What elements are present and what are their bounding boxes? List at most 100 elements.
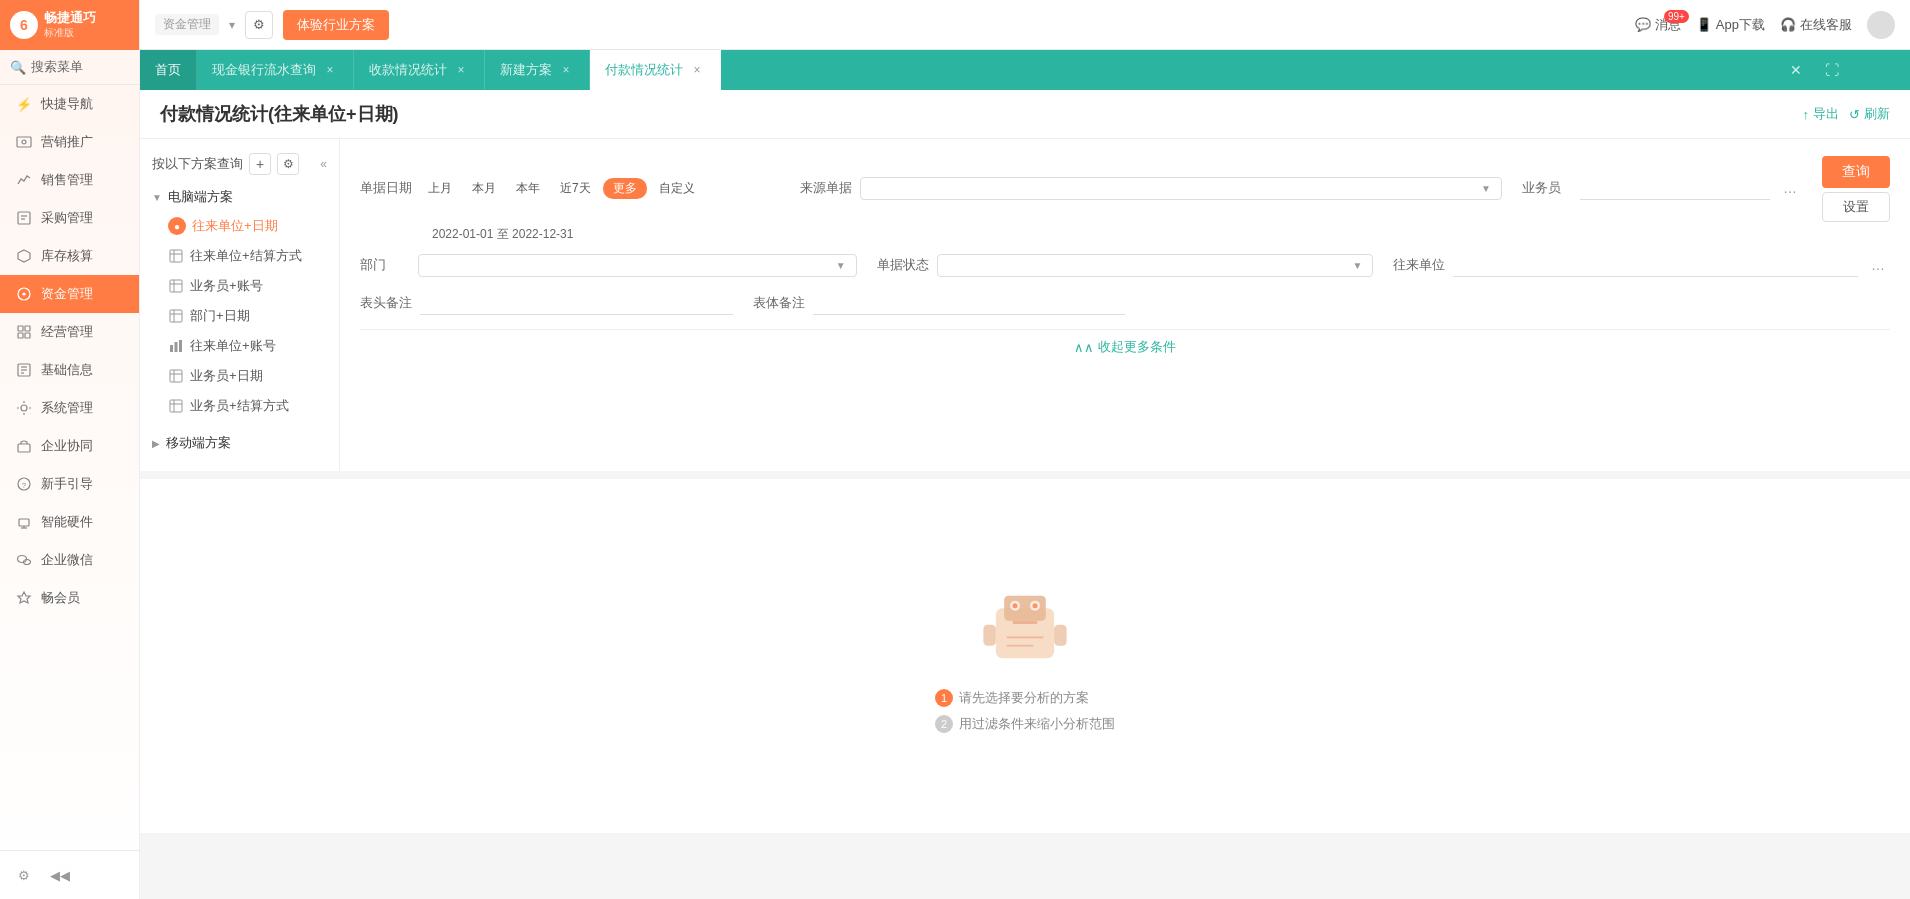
date-option-last-7-days[interactable]: 近7天 — [552, 178, 599, 199]
service-btn[interactable]: 🎧 在线客服 — [1780, 16, 1852, 34]
message-btn[interactable]: 💬 消息 99+ — [1635, 16, 1681, 34]
sidebar-settings-btn[interactable]: ⚙ — [10, 861, 38, 889]
app-download-btn[interactable]: 📱 App下载 — [1696, 16, 1765, 34]
scheme-item-salesman-account[interactable]: 业务员+账号 — [140, 271, 339, 301]
sidebar-item-sales[interactable]: 销售管理 — [0, 161, 139, 199]
sidebar-item-purchase[interactable]: 采购管理 — [0, 199, 139, 237]
sidebar-item-hardware[interactable]: 智能硬件 — [0, 503, 139, 541]
filter-panel: 按以下方案查询 + ⚙ « ▼ 电脑端方案 ● 往来单位+日期 — [140, 139, 1910, 471]
svg-rect-35 — [179, 340, 182, 352]
sidebar-item-label: 库存核算 — [41, 247, 93, 265]
salesman-input[interactable] — [1580, 176, 1770, 200]
svg-rect-2 — [18, 212, 30, 224]
dept-select-arrow: ▼ — [836, 260, 846, 271]
date-option-this-month[interactable]: 本月 — [464, 178, 504, 199]
tab-new-scheme[interactable]: 新建方案 × — [485, 50, 590, 90]
scheme-collapse-icon[interactable]: « — [320, 157, 327, 171]
expand-tabs-btn[interactable]: ⛶ — [1814, 50, 1850, 90]
marketing-icon — [15, 133, 33, 151]
scheme-settings-btn[interactable]: ⚙ — [277, 153, 299, 175]
scheme-item-salesman-date[interactable]: 业务员+日期 — [140, 361, 339, 391]
date-option-more[interactable]: 更多 — [603, 178, 647, 199]
sidebar-item-basic-info[interactable]: 基础信息 — [0, 351, 139, 389]
tab-close-icon[interactable]: × — [322, 62, 338, 78]
tip-num-2: 2 — [935, 715, 953, 733]
sidebar-nav: ⚡ 快捷导航 营销推广 销售管理 采购管理 库存核算 — [0, 85, 139, 850]
sidebar-collapse-btn[interactable]: ◀◀ — [46, 861, 74, 889]
scheme-item-label: 部门+日期 — [190, 307, 250, 325]
sidebar-item-member[interactable]: 畅会员 — [0, 579, 139, 617]
date-options: 上月 本月 本年 近7天 更多 自定义 — [420, 178, 703, 199]
svg-marker-23 — [18, 592, 30, 603]
body-note-input[interactable] — [813, 291, 1126, 315]
sidebar-item-label: 营销推广 — [41, 133, 93, 151]
unit-input[interactable] — [1453, 253, 1858, 277]
tab-close-icon[interactable]: × — [453, 62, 469, 78]
tab-close-icon[interactable]: × — [689, 62, 705, 78]
date-option-last-month[interactable]: 上月 — [420, 178, 460, 199]
sidebar-item-operation[interactable]: 经营管理 — [0, 313, 139, 351]
sidebar-item-label: 智能硬件 — [41, 513, 93, 531]
capital-icon — [15, 285, 33, 303]
svg-rect-30 — [170, 310, 182, 322]
sidebar-item-capital[interactable]: 资金管理 — [0, 275, 139, 313]
collapse-conditions-btn[interactable]: ∧∧ 收起更多条件 — [360, 329, 1890, 364]
query-btn[interactable]: 查询 — [1822, 156, 1890, 188]
quick-nav-icon: ⚡ — [15, 95, 33, 113]
refresh-btn[interactable]: ↺ 刷新 — [1849, 105, 1890, 123]
sidebar-item-label: 经营管理 — [41, 323, 93, 341]
voucher-status-select[interactable]: ▼ — [937, 254, 1374, 277]
tab-label: 新建方案 — [500, 61, 552, 79]
wechat-icon — [15, 551, 33, 569]
svg-rect-9 — [25, 333, 30, 338]
scheme-item-unit-account[interactable]: 往来单位+账号 — [140, 331, 339, 361]
scheme-item-dept-date[interactable]: 部门+日期 — [140, 301, 339, 331]
tab-home[interactable]: 首页 — [140, 50, 197, 90]
sidebar-item-quick-nav[interactable]: ⚡ 快捷导航 — [0, 85, 139, 123]
tab-bank-flow[interactable]: 现金银行流水查询 × — [197, 50, 354, 90]
scheme-group-label: 电脑端方案 — [168, 188, 233, 206]
close-all-tabs-btn[interactable]: ✕ — [1778, 50, 1814, 90]
svg-rect-43 — [1004, 596, 1046, 621]
tab-collection-stats[interactable]: 收款情况统计 × — [354, 50, 485, 90]
unit-ellipsis[interactable]: … — [1866, 257, 1890, 273]
sidebar-item-wechat[interactable]: 企业微信 — [0, 541, 139, 579]
empty-tip-2: 2 用过滤条件来缩小分析范围 — [935, 715, 1115, 733]
tab-payment-stats[interactable]: 付款情况统计 × — [590, 50, 721, 90]
source-select[interactable]: ▼ — [860, 177, 1502, 200]
export-btn[interactable]: ↑ 导出 — [1803, 105, 1840, 123]
scheme-item-unit-settle[interactable]: 往来单位+结算方式 — [140, 241, 339, 271]
scheme-item-salesman-settle[interactable]: 业务员+结算方式 — [140, 391, 339, 421]
scheme-sidebar-header: 按以下方案查询 + ⚙ « — [140, 149, 339, 179]
header-note-input[interactable] — [420, 291, 733, 315]
date-option-this-year[interactable]: 本年 — [508, 178, 548, 199]
scheme-item-unit-date[interactable]: ● 往来单位+日期 — [140, 211, 339, 241]
scheme-table-icon — [168, 368, 184, 384]
settings-btn[interactable]: 设置 — [1822, 192, 1890, 222]
sidebar-item-marketing[interactable]: 营销推广 — [0, 123, 139, 161]
sidebar-item-inventory[interactable]: 库存核算 — [0, 237, 139, 275]
hardware-icon — [15, 513, 33, 531]
scheme-add-btn[interactable]: + — [249, 153, 271, 175]
scheme-group-desktop-header[interactable]: ▼ 电脑端方案 — [140, 183, 339, 211]
dept-select[interactable]: ▼ — [418, 254, 857, 277]
topbar: 资金管理 ▾ ⚙ 体验行业方案 💬 消息 99+ 📱 App下载 🎧 在线客服 — [140, 0, 1910, 50]
guide-icon: ? — [15, 475, 33, 493]
breadcrumb: 资金管理 — [155, 14, 219, 35]
date-option-custom[interactable]: 自定义 — [651, 178, 703, 199]
scheme-group-mobile-header[interactable]: ▶ 移动端方案 — [140, 429, 339, 457]
sidebar-item-system[interactable]: 系统管理 — [0, 389, 139, 427]
scheme-chart-icon — [168, 338, 184, 354]
filter-field-header-note: 表头备注 — [360, 291, 733, 315]
scheme-sidebar-label: 按以下方案查询 — [152, 155, 243, 173]
sidebar-item-enterprise[interactable]: 企业协同 — [0, 427, 139, 465]
scheme-sidebar: 按以下方案查询 + ⚙ « ▼ 电脑端方案 ● 往来单位+日期 — [140, 139, 340, 471]
user-avatar[interactable] — [1867, 11, 1895, 39]
search-menu[interactable]: 🔍 搜索菜单 — [0, 50, 139, 85]
sidebar-item-guide[interactable]: ? 新手引导 — [0, 465, 139, 503]
industry-btn[interactable]: 体验行业方案 — [283, 10, 389, 40]
gear-btn[interactable]: ⚙ — [245, 11, 273, 39]
filter-field-unit: 往来单位 … — [1393, 253, 1890, 277]
salesman-ellipsis[interactable]: … — [1778, 180, 1802, 196]
tab-close-icon[interactable]: × — [558, 62, 574, 78]
